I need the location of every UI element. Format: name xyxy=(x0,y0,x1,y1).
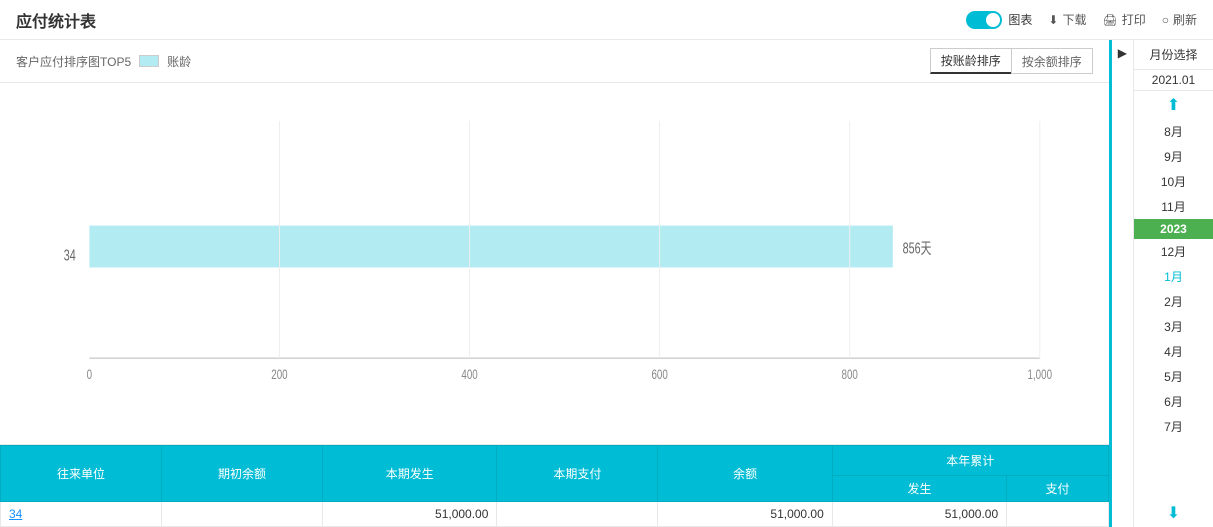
header-actions: 图表 ⬇ 下载 🖨 打印 ○ 刷新 xyxy=(966,11,1197,29)
month-item-9[interactable]: 9月 xyxy=(1134,144,1213,169)
cell-opening-balance xyxy=(162,502,323,527)
cell-current-payment xyxy=(497,502,658,527)
table-header-row: 往来单位 期初余额 本期发生 本期支付 余额 本年累计 xyxy=(1,446,1109,476)
legend-color-label: 账龄 xyxy=(167,53,191,70)
print-button[interactable]: 🖨 打印 xyxy=(1102,11,1145,28)
refresh-icon: ○ xyxy=(1162,13,1169,27)
data-table: 往来单位 期初余额 本期发生 本期支付 余额 本年累计 发生 支付 xyxy=(0,445,1109,527)
print-label: 打印 xyxy=(1122,11,1146,28)
col-current-occurrence: 本期发生 xyxy=(323,446,497,502)
month-item-8[interactable]: 8月 xyxy=(1134,119,1213,144)
download-label: 下载 xyxy=(1062,11,1086,28)
table-row: 34 51,000.00 51,000.00 51,000.00 xyxy=(1,502,1109,527)
svg-text:600: 600 xyxy=(651,366,668,382)
chart-area: 客户应付排序图TOP5 账龄 按账龄排序 按余额排序 34 856天 xyxy=(0,40,1109,527)
col-opening-balance: 期初余额 xyxy=(162,446,323,502)
chart-toolbar: 客户应付排序图TOP5 账龄 按账龄排序 按余额排序 xyxy=(0,40,1109,83)
chart-legend: 客户应付排序图TOP5 账龄 xyxy=(16,53,191,70)
main-content: 客户应付排序图TOP5 账龄 按账龄排序 按余额排序 34 856天 xyxy=(0,40,1213,527)
col-year-occurrence: 发生 xyxy=(832,476,1006,502)
nav-up-arrow[interactable]: ⬆ xyxy=(1134,91,1213,119)
month-item-3[interactable]: 3月 xyxy=(1134,314,1213,339)
sidebar-year-input[interactable]: 2021.01 xyxy=(1134,70,1213,91)
nav-down-arrow[interactable]: ⬇ xyxy=(1134,499,1213,527)
month-item-2[interactable]: 2月 xyxy=(1134,289,1213,314)
sort-by-balance-button[interactable]: 按账龄排序 xyxy=(930,48,1011,74)
header: 应付统计表 图表 ⬇ 下载 🖨 打印 ○ 刷新 xyxy=(0,0,1213,40)
sort-by-amount-button[interactable]: 按余额排序 xyxy=(1011,48,1093,74)
refresh-label: 刷新 xyxy=(1173,11,1197,28)
sidebar: 月份选择 2021.01 ⬆ 8月 9月 10月 11月 2023 12月 1月… xyxy=(1133,40,1213,527)
month-item-5[interactable]: 5月 xyxy=(1134,364,1213,389)
month-item-11[interactable]: 11月 xyxy=(1134,194,1213,219)
col-current-payment: 本期支付 xyxy=(497,446,658,502)
svg-text:856天: 856天 xyxy=(903,240,932,257)
month-item-7[interactable]: 7月 xyxy=(1134,414,1213,439)
month-item-4[interactable]: 4月 xyxy=(1134,339,1213,364)
col-year-cumulative: 本年累计 xyxy=(832,446,1108,476)
sidebar-month-header: 月份选择 xyxy=(1134,40,1213,70)
cell-year-payment xyxy=(1007,502,1109,527)
chart-container: 34 856天 0 200 400 600 800 1,000 xyxy=(0,83,1109,444)
month-list: 8月 9月 10月 11月 2023 12月 1月 2月 3月 4月 5月 6月… xyxy=(1134,119,1213,499)
col-balance: 余额 xyxy=(658,446,832,502)
chart-svg: 34 856天 0 200 400 600 800 1,000 xyxy=(60,93,1089,414)
table-area: 往来单位 期初余额 本期发生 本期支付 余额 本年累计 发生 支付 xyxy=(0,444,1109,527)
sort-buttons: 按账龄排序 按余额排序 xyxy=(930,48,1093,74)
cell-unit[interactable]: 34 xyxy=(1,502,162,527)
print-icon: 🖨 xyxy=(1102,13,1117,27)
chart-toggle-label: 图表 xyxy=(1008,11,1032,28)
cell-year-occurrence: 51,000.00 xyxy=(832,502,1006,527)
page-title: 应付统计表 xyxy=(16,8,96,32)
chart-toggle-wrap: 图表 xyxy=(966,11,1032,29)
download-icon: ⬇ xyxy=(1048,13,1058,27)
legend-title: 客户应付排序图TOP5 xyxy=(16,53,131,70)
svg-text:800: 800 xyxy=(842,366,859,382)
month-item-12[interactable]: 12月 xyxy=(1134,239,1213,264)
svg-text:400: 400 xyxy=(461,366,478,382)
col-year-payment: 支付 xyxy=(1007,476,1109,502)
month-item-6[interactable]: 6月 xyxy=(1134,389,1213,414)
svg-text:34: 34 xyxy=(64,247,76,264)
legend-color-box xyxy=(139,55,159,67)
chart-toggle[interactable] xyxy=(966,11,1002,29)
svg-text:0: 0 xyxy=(87,366,93,382)
download-button[interactable]: ⬇ 下载 xyxy=(1048,11,1086,28)
svg-text:200: 200 xyxy=(271,366,288,382)
collapse-icon: ▶ xyxy=(1118,46,1127,60)
refresh-button[interactable]: ○ 刷新 xyxy=(1162,11,1197,28)
sidebar-toggle-arrow[interactable]: ▶ xyxy=(1109,40,1133,527)
col-origin-unit: 往来单位 xyxy=(1,446,162,502)
month-item-1[interactable]: 1月 xyxy=(1134,264,1213,289)
month-item-10[interactable]: 10月 xyxy=(1134,169,1213,194)
year-marker-2023: 2023 xyxy=(1134,219,1213,239)
svg-text:1,000: 1,000 xyxy=(1028,366,1053,382)
sidebar-nav: ⬆ 8月 9月 10月 11月 2023 12月 1月 2月 3月 4月 5月 … xyxy=(1134,91,1213,527)
cell-balance: 51,000.00 xyxy=(658,502,832,527)
cell-current-occurrence: 51,000.00 xyxy=(323,502,497,527)
